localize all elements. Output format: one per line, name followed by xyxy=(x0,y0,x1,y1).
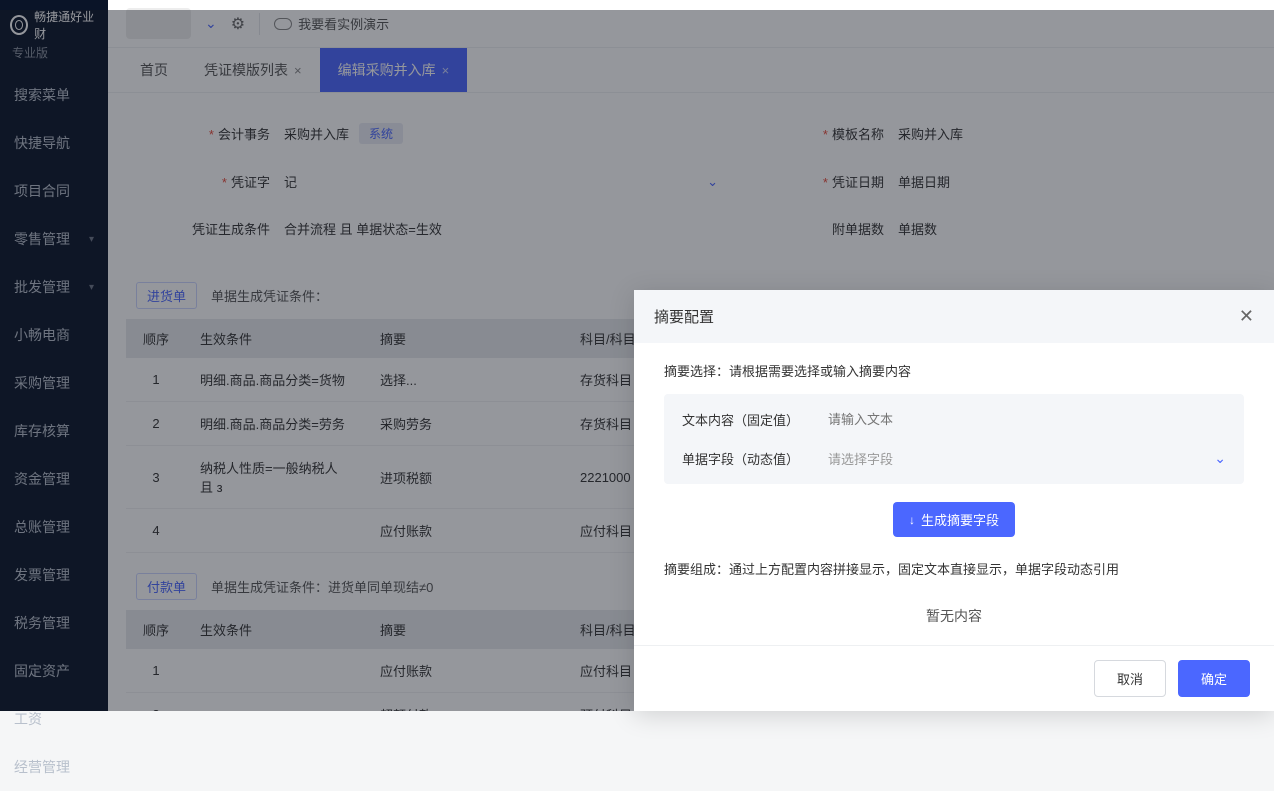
cancel-button[interactable]: 取消 xyxy=(1094,660,1166,697)
modal-header: 摘要配置 ✕ xyxy=(634,290,1274,343)
text-content-row: 文本内容（固定值） xyxy=(664,400,1244,439)
download-icon: ↓ xyxy=(909,513,915,527)
field-select-placeholder: 请选择字段 xyxy=(828,449,1208,468)
text-content-input[interactable] xyxy=(828,412,1226,427)
sidebar-item[interactable]: 经营管理 xyxy=(0,743,108,791)
inputs-box: 文本内容（固定值） 单据字段（动态值） 请选择字段 ⌄ xyxy=(664,394,1244,484)
generate-summary-button[interactable]: ↓ 生成摘要字段 xyxy=(893,502,1015,537)
select-help: 摘要选择：请根据需要选择或输入摘要内容 xyxy=(664,361,1244,380)
confirm-button[interactable]: 确定 xyxy=(1178,660,1250,697)
modal-footer: 取消 确定 xyxy=(634,645,1274,711)
summary-config-modal: 摘要配置 ✕ 摘要选择：请根据需要选择或输入摘要内容 文本内容（固定值） 单据字… xyxy=(634,290,1274,711)
modal-body: 摘要选择：请根据需要选择或输入摘要内容 文本内容（固定值） 单据字段（动态值） … xyxy=(634,343,1274,645)
field-select-row[interactable]: 单据字段（动态值） 请选择字段 ⌄ xyxy=(664,439,1244,478)
empty-state: 暂无内容 xyxy=(664,578,1244,636)
app-root: 畅捷通好业财 专业版 搜索菜单快捷导航项目合同零售管理▾批发管理▾小畅电商采购管… xyxy=(0,0,1274,711)
modal-title: 摘要配置 xyxy=(654,306,714,327)
chevron-down-icon: ⌄ xyxy=(1214,450,1226,467)
close-icon[interactable]: ✕ xyxy=(1239,306,1254,327)
compose-help: 摘要组成：通过上方配置内容拼接显示，固定文本直接显示，单据字段动态引用 xyxy=(664,559,1244,578)
